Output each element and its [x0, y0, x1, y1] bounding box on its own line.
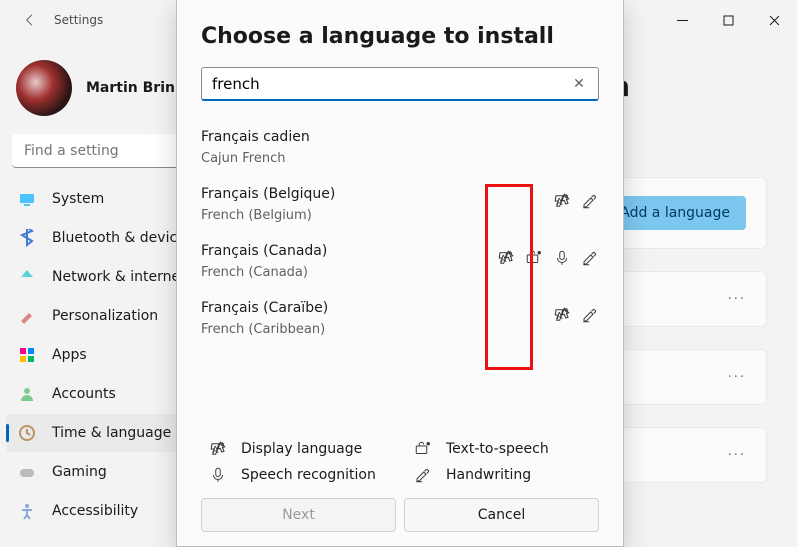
more-options-button[interactable]: ···: [728, 292, 746, 307]
clear-search-button[interactable]: ✕: [567, 67, 591, 101]
avatar: [16, 60, 72, 116]
handwriting-icon: [414, 466, 432, 484]
nav-icon: [18, 463, 36, 481]
language-option[interactable]: Français cadien Cajun French: [201, 119, 599, 176]
minimize-button[interactable]: [659, 4, 705, 36]
speech-recognition-icon: [209, 466, 227, 484]
feature-legend: Display language Text-to-speech Speech r…: [201, 430, 599, 498]
language-features: [497, 243, 599, 267]
cancel-button[interactable]: Cancel: [404, 498, 599, 532]
nav-icon: [18, 346, 36, 364]
language-english-name: French (Canada): [201, 265, 327, 280]
more-options-button[interactable]: ···: [728, 370, 746, 385]
display-language-icon: [553, 306, 571, 324]
maximize-button[interactable]: [705, 4, 751, 36]
display-language-icon: [497, 249, 515, 267]
legend-handwriting: Handwriting: [414, 466, 599, 484]
handwriting-icon: [581, 192, 599, 210]
handwriting-icon: [581, 306, 599, 324]
nav-label: Bluetooth & devices: [52, 230, 193, 246]
nav-icon: [18, 268, 36, 286]
language-option[interactable]: Français (Caraïbe) French (Caribbean): [201, 290, 599, 347]
legend-text-to-speech: Text-to-speech: [414, 440, 599, 458]
legend-display-language: Display language: [209, 440, 394, 458]
text-to-speech-icon: [525, 249, 543, 267]
display-language-icon: [553, 192, 571, 210]
nav-icon: [18, 229, 36, 247]
close-button[interactable]: [751, 4, 797, 36]
language-english-name: Cajun French: [201, 151, 310, 166]
handwriting-icon: [581, 249, 599, 267]
nav-label: Accounts: [52, 386, 116, 402]
app-title: Settings: [54, 13, 103, 27]
language-results-list: Français cadien Cajun French Français (Bel…: [201, 119, 599, 430]
nav-label: Accessibility: [52, 503, 138, 519]
language-option[interactable]: Français (Canada) French (Canada): [201, 233, 599, 290]
nav-label: Apps: [52, 347, 87, 363]
more-options-button[interactable]: ···: [728, 448, 746, 463]
nav-label: System: [52, 191, 104, 207]
legend-speech-recognition: Speech recognition: [209, 466, 394, 484]
language-features: [553, 300, 599, 324]
language-option[interactable]: Français (Belgique) French (Belgium): [201, 176, 599, 233]
dialog-title: Choose a language to install: [201, 24, 599, 49]
nav-icon: [18, 307, 36, 325]
language-native-name: Français (Canada): [201, 243, 327, 259]
language-english-name: French (Caribbean): [201, 322, 328, 337]
nav-label: Personalization: [52, 308, 158, 324]
nav-icon: [18, 424, 36, 442]
nav-icon: [18, 190, 36, 208]
display-language-icon: [209, 440, 227, 458]
language-native-name: Français (Caraïbe): [201, 300, 328, 316]
nav-label: Network & internet: [52, 269, 186, 285]
choose-language-dialog: Choose a language to install ✕ Français …: [176, 0, 624, 547]
language-search-input[interactable]: [201, 67, 599, 101]
nav-label: Gaming: [52, 464, 107, 480]
text-to-speech-icon: [414, 440, 432, 458]
speech-recognition-icon: [553, 249, 571, 267]
language-english-name: French (Belgium): [201, 208, 335, 223]
language-native-name: Français (Belgique): [201, 186, 335, 202]
nav-label: Time & language: [52, 425, 171, 441]
language-native-name: Français cadien: [201, 129, 310, 145]
nav-icon: [18, 385, 36, 403]
next-button[interactable]: Next: [201, 498, 396, 532]
nav-icon: [18, 502, 36, 520]
language-features: [553, 186, 599, 210]
back-button[interactable]: [20, 10, 40, 30]
add-language-button[interactable]: Add a language: [604, 196, 746, 230]
